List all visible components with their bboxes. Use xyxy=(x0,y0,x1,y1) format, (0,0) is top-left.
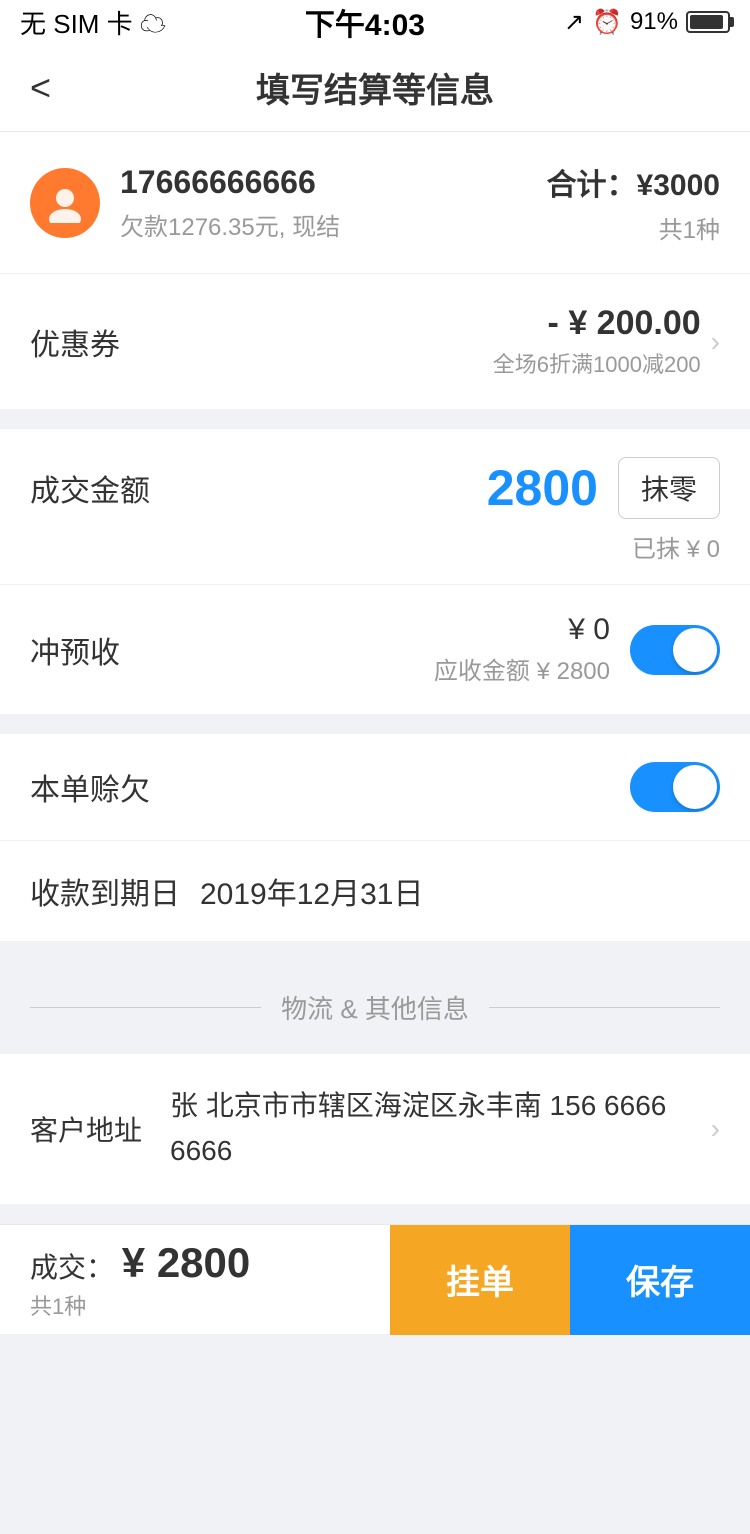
section-line-right xyxy=(489,1007,720,1008)
battery-fill xyxy=(690,15,723,29)
battery-text: 91% xyxy=(630,8,678,36)
customer-total: 合计：¥3000 共1种 xyxy=(547,160,720,245)
section-header: 物流 & 其他信息 xyxy=(0,961,750,1054)
battery-icon xyxy=(686,11,730,33)
prepay-receivable: 应收金额 ¥ 2800 xyxy=(434,651,610,686)
deal-amount-card: 成交金额 2800 抹零 已抹 ¥ 0 冲预收 ¥ 0 应收金额 ¥ 2800 xyxy=(0,429,750,714)
total-count: 共1种 xyxy=(547,210,720,245)
address-value: 张 北京市市辖区海淀区永丰南 156 6666 6666 xyxy=(170,1084,711,1174)
coupon-label: 优惠券 xyxy=(30,320,120,364)
customer-row: 17666666666 欠款1276.35元, 现结 合计：¥3000 共1种 xyxy=(0,132,750,273)
nav-bar: < 填写结算等信息 xyxy=(0,44,750,132)
due-row: 收款到期日 2019年12月31日 xyxy=(0,840,750,941)
address-card[interactable]: 客户地址 张 北京市市辖区海淀区永丰南 156 6666 6666 › xyxy=(0,1054,750,1204)
prepay-amount-block: ¥ 0 应收金额 ¥ 2800 xyxy=(434,613,610,686)
coupon-amount: - ¥ 200.00 xyxy=(493,304,701,343)
page-title: 填写结算等信息 xyxy=(256,63,494,112)
total-amount: 合计：¥3000 xyxy=(547,160,720,204)
customer-debt: 欠款1276.35元, 现结 xyxy=(120,207,547,242)
bottom-summary: 成交： ¥ 2800 共1种 xyxy=(0,1239,390,1321)
status-time: 下午4:03 xyxy=(305,0,425,44)
bottom-deal-amount: ¥ 2800 xyxy=(122,1239,250,1286)
address-label: 客户地址 xyxy=(30,1109,150,1149)
coupon-right: - ¥ 200.00 全场6折满1000减200 › xyxy=(493,304,720,379)
section-line-left xyxy=(30,1007,261,1008)
bottom-deal-line: 成交： ¥ 2800 xyxy=(30,1239,360,1287)
order-debt-toggle[interactable] xyxy=(630,762,720,812)
bottom-spacer xyxy=(0,1424,750,1534)
avatar xyxy=(30,168,100,238)
customer-phone: 17666666666 xyxy=(120,164,547,201)
prepay-right: ¥ 0 应收金额 ¥ 2800 xyxy=(434,613,720,686)
prepay-row: 冲预收 ¥ 0 应收金额 ¥ 2800 xyxy=(0,584,750,714)
bottom-bar: 成交： ¥ 2800 共1种 挂单 保存 xyxy=(0,1224,750,1334)
coupon-discount: - ¥ 200.00 全场6折满1000减200 xyxy=(493,304,701,379)
deal-sub-text: 已抹 ¥ 0 xyxy=(632,536,720,563)
section-header-text: 物流 & 其他信息 xyxy=(281,989,469,1026)
location-icon: ↗ xyxy=(564,8,584,37)
status-bar: 无 SIM 卡 ☁ 下午4:03 ↗ ⏰ 91% xyxy=(0,0,750,44)
prepay-label: 冲预收 xyxy=(30,628,120,672)
toggle-knob-2 xyxy=(673,765,717,809)
due-label: 收款到期日 xyxy=(30,869,180,913)
coupon-row[interactable]: 优惠券 - ¥ 200.00 全场6折满1000减200 › xyxy=(0,273,750,409)
order-debt-card: 本单赊欠 收款到期日 2019年12月31日 xyxy=(0,734,750,941)
deal-amount-row: 成交金额 2800 抹零 xyxy=(0,429,750,529)
coupon-chevron-icon: › xyxy=(711,326,720,358)
coupon-desc: 全场6折满1000减200 xyxy=(493,347,701,379)
deal-number: 2800 xyxy=(487,459,598,517)
customer-card: 17666666666 欠款1276.35元, 现结 合计：¥3000 共1种 … xyxy=(0,132,750,409)
sim-text: 无 SIM 卡 ☁ xyxy=(20,4,166,41)
debt-row: 本单赊欠 xyxy=(0,734,750,840)
deal-amount-label: 成交金额 xyxy=(30,466,150,510)
deal-sub: 已抹 ¥ 0 xyxy=(0,529,750,584)
order-debt-label: 本单赊欠 xyxy=(30,765,150,809)
hang-button[interactable]: 挂单 xyxy=(390,1225,570,1335)
status-left: 无 SIM 卡 ☁ xyxy=(20,4,166,41)
due-date: 2019年12月31日 xyxy=(200,869,423,913)
bottom-count: 共1种 xyxy=(30,1289,360,1321)
back-button[interactable]: < xyxy=(30,67,51,109)
prepay-amount: ¥ 0 xyxy=(434,613,610,647)
status-right: ↗ ⏰ 91% xyxy=(564,8,730,37)
customer-info: 17666666666 欠款1276.35元, 现结 xyxy=(120,164,547,242)
save-button[interactable]: 保存 xyxy=(570,1225,750,1335)
round-zero-button[interactable]: 抹零 xyxy=(618,457,720,519)
deal-amount-right: 2800 抹零 xyxy=(487,457,720,519)
bottom-deal-label: 成交： xyxy=(30,1252,114,1283)
toggle-knob xyxy=(673,628,717,672)
address-chevron-icon: › xyxy=(711,1113,720,1145)
prepay-toggle[interactable] xyxy=(630,625,720,675)
clock-icon: ⏰ xyxy=(592,8,622,37)
address-row: 客户地址 张 北京市市辖区海淀区永丰南 156 6666 6666 › xyxy=(0,1054,750,1204)
